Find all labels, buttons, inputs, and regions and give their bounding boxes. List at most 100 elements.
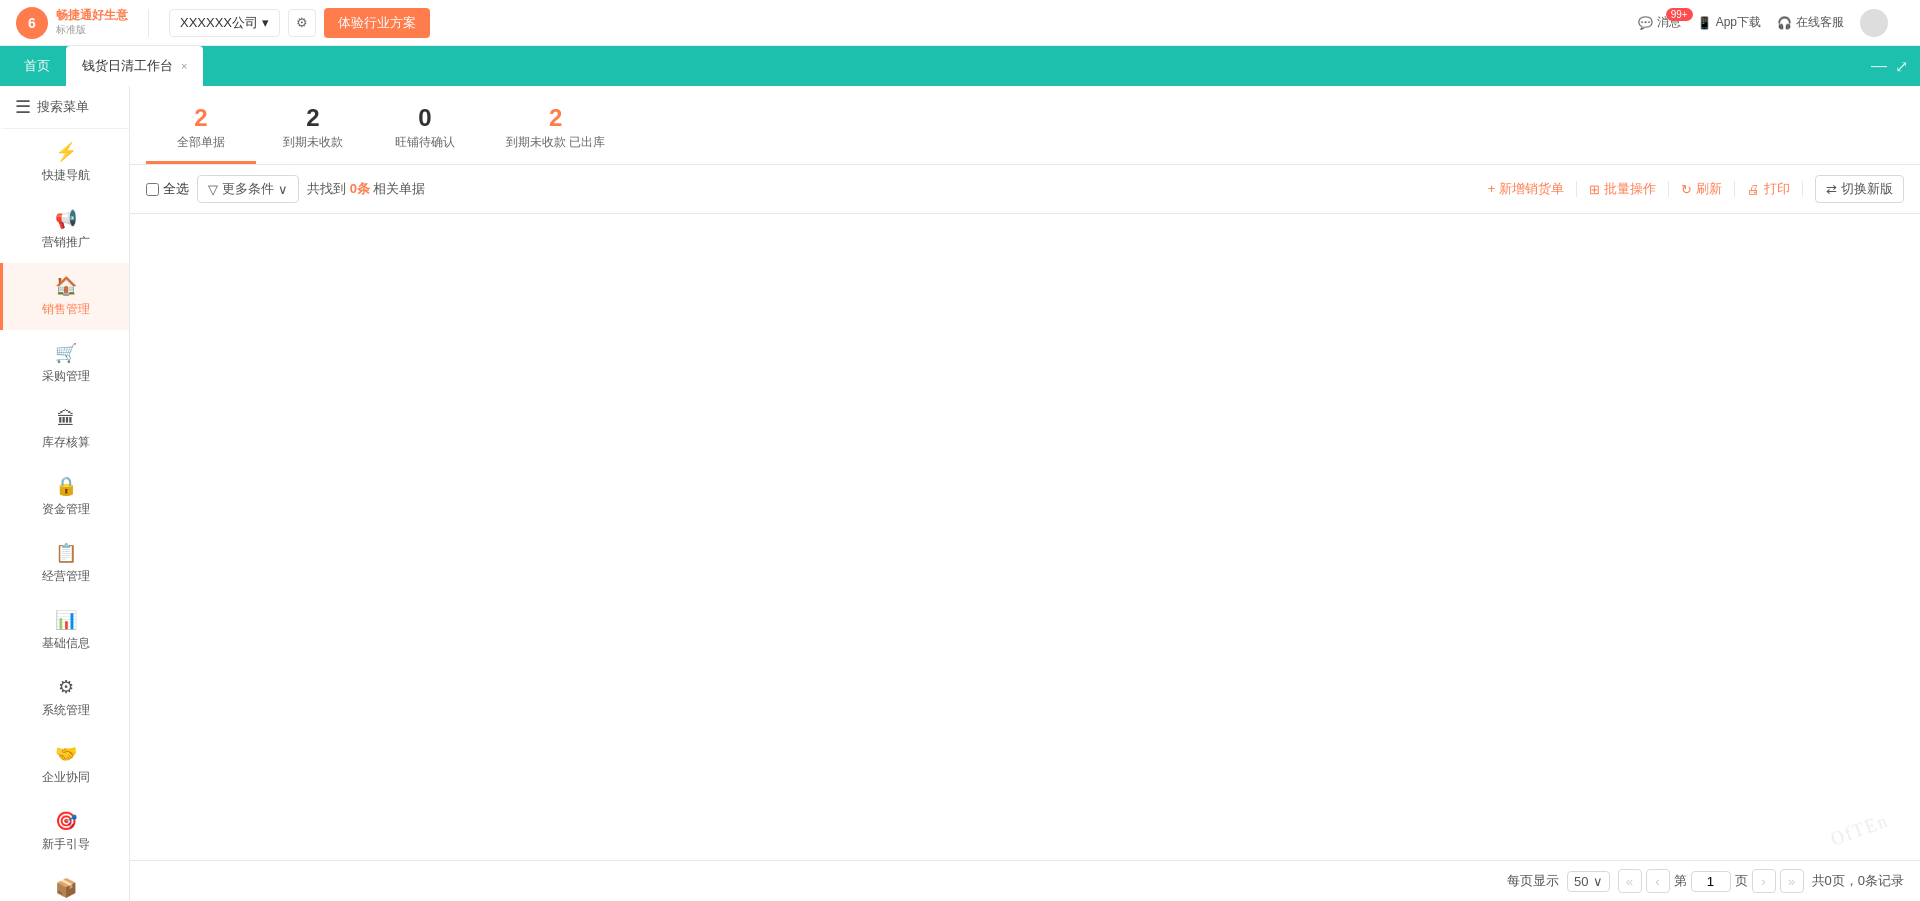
batch-btn[interactable]: ⊞ 批量操作 [1589,180,1656,198]
divider-2 [1668,181,1669,197]
guide-icon: 🎯 [55,810,77,832]
sidebar-item-sales[interactable]: 🏠 销售管理 [0,263,129,330]
stat-overdue-out-num: 2 [549,104,562,132]
sidebar-item-operations[interactable]: 📋 经营管理 [0,530,129,597]
system-icon: ⚙ [58,676,74,698]
experience-btn[interactable]: 体验行业方案 [324,8,430,38]
search-menu-icon: ☰ [15,96,31,118]
nav-tab-actions: — ⤢ [1871,57,1920,76]
sidebar-item-system[interactable]: ⚙ 系统管理 [0,664,129,731]
tab-home[interactable]: 首页 [8,46,66,86]
avatar[interactable] [1860,9,1888,37]
expand-tab-icon[interactable]: ⤢ [1895,57,1908,76]
batch-icon: ⊞ [1589,182,1600,197]
sidebar-item-enterprise[interactable]: 🤝 企业协同 [0,731,129,798]
found-text: 共找到 0条 相关单据 [307,180,425,198]
app-download-btn[interactable]: 📱 App下载 [1697,14,1761,31]
sidebar-item-marketing[interactable]: 📢 营销推广 [0,196,129,263]
top-bar: 6 畅捷通好生意 标准版 XXXXXX公司 ▾ ⚙ 体验行业方案 💬 消息 99… [0,0,1920,46]
page-size-selector[interactable]: 50 ∨ [1567,871,1609,892]
sidebar-item-app-center[interactable]: 📦 应用中心 [0,865,129,901]
select-all-checkbox[interactable]: 全选 [146,180,189,198]
marketing-icon: 📢 [55,208,77,230]
nav-tabs: 首页 钱货日清工作台 × — ⤢ [0,46,1920,86]
sidebar-system-label: 系统管理 [42,702,90,719]
switch-label: 切换新版 [1841,180,1893,198]
inventory-icon: 🏛 [57,409,75,430]
sidebar-operations-label: 经营管理 [42,568,90,585]
enterprise-icon: 🤝 [55,743,77,765]
app-center-icon: 📦 [55,877,77,899]
headset-icon: 🎧 [1777,16,1792,30]
sidebar-item-capital[interactable]: 🔒 资金管理 [0,463,129,530]
sidebar-item-search[interactable]: ☰ 搜索菜单 [0,86,129,129]
page-size-value: 50 [1574,874,1588,889]
sidebar-item-base-info[interactable]: 📊 基础信息 [0,597,129,664]
page-label: 第 [1674,872,1687,890]
online-service-btn[interactable]: 🎧 在线客服 [1777,14,1844,31]
tab-active[interactable]: 钱货日清工作台 × [66,46,203,86]
toolbar-right: + 新增销货单 ⊞ 批量操作 ↻ 刷新 🖨 打印 ⇄ [1488,175,1904,203]
toolbar: 全选 ▽ 更多条件 ∨ 共找到 0条 相关单据 + 新增销货单 ⊞ 批 [130,165,1920,214]
table-empty-area [130,214,1920,860]
sidebar-sales-label: 销售管理 [42,301,90,318]
message-btn[interactable]: 💬 消息 99+ [1638,14,1681,31]
print-btn[interactable]: 🖨 打印 [1747,180,1790,198]
toolbar-left: 全选 ▽ 更多条件 ∨ 共找到 0条 相关单据 [146,175,425,203]
operations-icon: 📋 [55,542,77,564]
chevron-filter-icon: ∨ [278,182,288,197]
company-name: XXXXXX公司 [180,14,258,32]
sidebar-quick-nav-label: 快捷导航 [42,167,90,184]
filter-label: 更多条件 [222,180,274,198]
purchase-icon: 🛒 [55,342,77,364]
brand-icon: 6 [16,7,48,39]
last-page-btn[interactable]: » [1780,869,1804,893]
tab-active-label: 钱货日清工作台 [82,57,173,75]
settings-icon[interactable]: ⚙ [288,9,316,37]
sidebar-item-quick-nav[interactable]: ⚡ 快捷导航 [0,129,129,196]
app-icon: 📱 [1697,16,1712,30]
message-badge: 99+ [1666,8,1693,21]
sidebar-item-purchase[interactable]: 🛒 采购管理 [0,330,129,397]
print-icon: 🖨 [1747,182,1760,197]
first-page-btn[interactable]: « [1618,869,1642,893]
stats-tabs: 2 全部单据 2 到期未收款 0 旺铺待确认 2 到期未收款 已出库 [130,86,1920,165]
print-label: 打印 [1764,180,1790,198]
page-number-input[interactable] [1691,871,1731,892]
top-bar-right: 💬 消息 99+ 📱 App下载 🎧 在线客服 [1638,9,1904,37]
refresh-btn[interactable]: ↻ 刷新 [1681,180,1722,198]
base-info-icon: 📊 [55,609,77,631]
stat-overdue-out-label: 到期未收款 已出库 [506,134,605,151]
found-count: 0条 [350,181,370,196]
select-all-input[interactable] [146,183,159,196]
batch-label: 批量操作 [1604,180,1656,198]
capital-icon: 🔒 [55,475,77,497]
found-suffix: 相关单据 [373,181,425,196]
refresh-label: 刷新 [1696,180,1722,198]
next-page-btn[interactable]: › [1752,869,1776,893]
pagination: 每页显示 50 ∨ « ‹ 第 页 › » 共0页，0条记录 [130,860,1920,901]
page-suffix: 页 [1735,872,1748,890]
filter-icon: ▽ [208,182,218,197]
divider-4 [1802,181,1803,197]
sidebar-purchase-label: 采购管理 [42,368,90,385]
sidebar-item-guide[interactable]: 🎯 新手引导 [0,798,129,865]
switch-icon: ⇄ [1826,182,1837,197]
sidebar-item-inventory[interactable]: 🏛 库存核算 [0,397,129,463]
stat-tab-all[interactable]: 2 全部单据 [146,96,256,164]
company-selector[interactable]: XXXXXX公司 ▾ [169,9,280,37]
switch-new-btn[interactable]: ⇄ 切换新版 [1815,175,1904,203]
chevron-down-icon: ▾ [262,15,269,30]
close-tab-icon[interactable]: × [181,60,187,72]
divider [148,9,149,37]
stat-tab-overdue-out[interactable]: 2 到期未收款 已出库 [482,96,629,164]
add-sales-btn[interactable]: + 新增销货单 [1488,180,1564,198]
filter-btn[interactable]: ▽ 更多条件 ∨ [197,175,299,203]
service-label: 在线客服 [1796,14,1844,31]
sales-icon: 🏠 [55,275,77,297]
stat-tab-overdue[interactable]: 2 到期未收款 [258,96,368,164]
prev-page-btn[interactable]: ‹ [1646,869,1670,893]
message-icon: 💬 [1638,16,1653,30]
stat-tab-pending[interactable]: 0 旺铺待确认 [370,96,480,164]
minimize-tab-icon[interactable]: — [1871,57,1887,75]
